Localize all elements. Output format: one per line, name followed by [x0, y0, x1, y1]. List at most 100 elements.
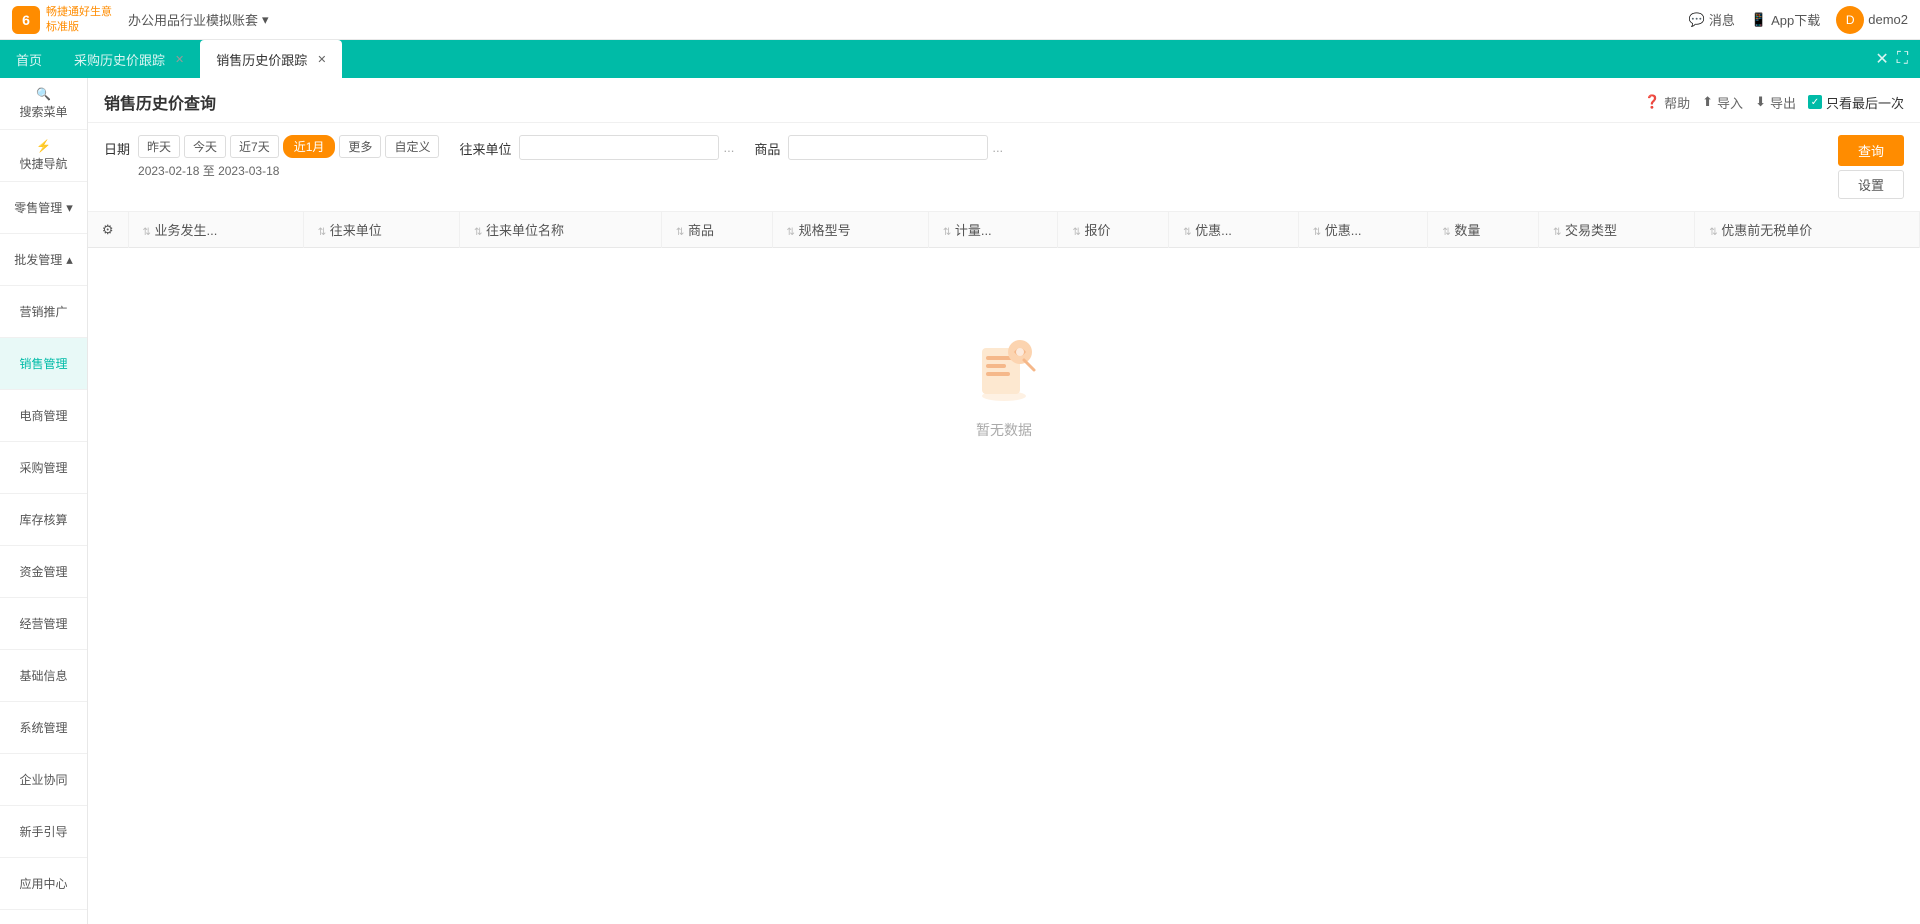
main-layout: 🔍 搜索菜单 ⚡ 快捷导航 零售管理 ▾ 批发管理 ▴ 营销推广 销售管理 电商…	[0, 78, 1920, 924]
export-icon: ⬇	[1755, 94, 1766, 110]
page-content: 销售历史价查询 ❓ 帮助 ⬆ 导入 ⬇ 导出 ✓	[88, 78, 1920, 924]
lightning-icon: ⚡	[36, 139, 51, 153]
th-customer-code[interactable]: ⇅ 往来单位	[303, 212, 459, 248]
th-gear[interactable]: ⚙	[88, 212, 128, 248]
user-profile[interactable]: D demo2	[1836, 6, 1908, 34]
th-discount2[interactable]: ⇅ 优惠...	[1298, 212, 1428, 248]
last-only-checkbox-label[interactable]: ✓ 只看最后一次	[1808, 93, 1904, 112]
date-btn-last1m[interactable]: 近1月	[283, 135, 336, 158]
sort-icon: ⇅	[1072, 227, 1080, 238]
sidebar-item-purchase-mgmt[interactable]: 采购管理	[0, 442, 87, 494]
sort-icon: ⇅	[1442, 227, 1450, 238]
sidebar-item-app-center[interactable]: 应用中心	[0, 858, 87, 910]
empty-state-icon	[964, 328, 1044, 408]
sidebar-item-wholesale-mgmt[interactable]: 批发管理 ▴	[0, 234, 87, 286]
import-icon: ⬆	[1702, 94, 1713, 110]
sort-icon: ⇅	[1183, 227, 1191, 238]
product-label: 商品	[754, 135, 780, 158]
th-price[interactable]: ⇅ 报价	[1058, 212, 1169, 248]
query-button[interactable]: 查询	[1838, 135, 1904, 166]
checkbox-ticked-icon: ✓	[1808, 95, 1822, 109]
sort-icon: ⇅	[318, 227, 326, 238]
page-title: 销售历史价查询	[104, 90, 216, 114]
sidebar-item-quick-nav[interactable]: ⚡ 快捷导航	[0, 130, 87, 182]
tab-home[interactable]: 首页	[0, 40, 58, 78]
app-logo-icon: 6	[12, 6, 40, 34]
customer-input[interactable]	[519, 135, 719, 160]
date-btn-today[interactable]: 今天	[184, 135, 226, 158]
tab-bar-right: ✕ ⛶	[1875, 49, 1920, 69]
date-btn-more[interactable]: 更多	[339, 135, 381, 158]
sidebar-item-basic-info[interactable]: 基础信息	[0, 650, 87, 702]
th-trade-type[interactable]: ⇅ 交易类型	[1538, 212, 1694, 248]
sidebar-item-finance[interactable]: 资金管理	[0, 546, 87, 598]
page-actions: ❓ 帮助 ⬆ 导入 ⬇ 导出 ✓ 只看最后一次	[1644, 93, 1904, 112]
th-customer-name[interactable]: ⇅ 往来单位名称	[460, 212, 662, 248]
date-btn-custom[interactable]: 自定义	[385, 135, 439, 158]
logo-text: 畅捷通好生意 标准版	[46, 5, 112, 34]
th-spec[interactable]: ⇅ 规格型号	[772, 212, 928, 248]
th-no-tax-price[interactable]: ⇅ 优惠前无税单价	[1695, 212, 1920, 248]
message-icon: 💬	[1689, 12, 1705, 28]
app-download-button[interactable]: 📱 App下载	[1751, 10, 1820, 29]
tab-sales-history-close[interactable]: ✕	[317, 53, 326, 66]
customer-label: 往来单位	[459, 135, 511, 158]
sidebar-item-operations[interactable]: 经营管理	[0, 598, 87, 650]
th-discount1[interactable]: ⇅ 优惠...	[1169, 212, 1299, 248]
message-button[interactable]: 💬 消息	[1689, 10, 1735, 29]
date-option-buttons: 昨天 今天 近7天 近1月 更多 自定义	[138, 135, 439, 158]
date-options-container: 昨天 今天 近7天 近1月 更多 自定义 2023-02-18 至 2023-0…	[138, 135, 439, 179]
empty-state: 暂无数据	[88, 248, 1920, 520]
product-input[interactable]	[788, 135, 988, 160]
workspace-selector[interactable]: 办公用品行业模拟账套 ▾	[120, 6, 277, 33]
page-header: 销售历史价查询 ❓ 帮助 ⬆ 导入 ⬇ 导出 ✓	[88, 78, 1920, 123]
filter-bar: 日期 昨天 今天 近7天 近1月 更多 自定义 2023-02-18 至 202…	[88, 123, 1920, 212]
date-label: 日期	[104, 135, 130, 158]
header-right: 💬 消息 📱 App下载 D demo2	[1689, 6, 1908, 34]
sidebar-item-retail-mgmt[interactable]: 零售管理 ▾	[0, 182, 87, 234]
sort-icon: ⇅	[143, 227, 151, 238]
product-select-icon[interactable]: ...	[992, 140, 1003, 155]
customer-select-icon[interactable]: ...	[723, 140, 734, 155]
chevron-down-icon: ▾	[262, 12, 269, 28]
help-button[interactable]: ❓ 帮助	[1644, 93, 1690, 112]
settings-button[interactable]: 设置	[1838, 170, 1904, 199]
sort-icon: ⇅	[1553, 227, 1561, 238]
header-left: 6 畅捷通好生意 标准版 办公用品行业模拟账套 ▾	[12, 5, 277, 34]
th-product[interactable]: ⇅ 商品	[661, 212, 772, 248]
sidebar-item-inventory[interactable]: 库存核算	[0, 494, 87, 546]
th-biz-date[interactable]: ⇅ 业务发生...	[128, 212, 303, 248]
sort-icon: ⇅	[943, 227, 951, 238]
date-btn-yesterday[interactable]: 昨天	[138, 135, 180, 158]
table-header-row: ⚙ ⇅ 业务发生... ⇅ 往来单位 ⇅	[88, 212, 1920, 248]
tab-sales-history[interactable]: 销售历史价跟踪 ✕	[200, 40, 342, 78]
import-button[interactable]: ⬆ 导入	[1702, 93, 1743, 112]
phone-icon: 📱	[1751, 12, 1767, 28]
top-header: 6 畅捷通好生意 标准版 办公用品行业模拟账套 ▾ 💬 消息 📱 App下载 D…	[0, 0, 1920, 40]
sidebar-item-wechat[interactable]: 企业微信	[0, 910, 87, 924]
sidebar-item-guide[interactable]: 新手引导	[0, 806, 87, 858]
sidebar-item-enterprise[interactable]: 企业协同	[0, 754, 87, 806]
th-unit[interactable]: ⇅ 计量...	[928, 212, 1058, 248]
date-filter-group: 日期 昨天 今天 近7天 近1月 更多 自定义 2023-02-18 至 202…	[104, 135, 439, 179]
empty-text: 暂无数据	[976, 420, 1032, 440]
sidebar-item-system[interactable]: 系统管理	[0, 702, 87, 754]
sort-icon: ⇅	[474, 227, 482, 238]
date-btn-last7[interactable]: 近7天	[230, 135, 279, 158]
th-qty[interactable]: ⇅ 数量	[1428, 212, 1539, 248]
maximize-window-button[interactable]: ⛶	[1897, 50, 1908, 68]
sidebar-item-marketing[interactable]: 营销推广	[0, 286, 87, 338]
sort-icon: ⇅	[1709, 227, 1717, 238]
tab-purchase-history-close[interactable]: ✕	[175, 53, 184, 66]
export-button[interactable]: ⬇ 导出	[1755, 93, 1796, 112]
sidebar-item-search-menu[interactable]: 🔍 搜索菜单	[0, 78, 87, 130]
close-window-button[interactable]: ✕	[1875, 49, 1888, 69]
table-container: ⚙ ⇅ 业务发生... ⇅ 往来单位 ⇅	[88, 212, 1920, 924]
sidebar-item-sales-mgmt[interactable]: 销售管理	[0, 338, 87, 390]
sidebar: 🔍 搜索菜单 ⚡ 快捷导航 零售管理 ▾ 批发管理 ▴ 营销推广 销售管理 电商…	[0, 78, 88, 924]
tab-purchase-history[interactable]: 采购历史价跟踪 ✕	[58, 40, 200, 78]
gear-icon: ⚙	[102, 222, 114, 237]
data-table: ⚙ ⇅ 业务发生... ⇅ 往来单位 ⇅	[88, 212, 1920, 248]
logo-area: 6 畅捷通好生意 标准版	[12, 5, 112, 34]
sidebar-item-ecommerce[interactable]: 电商管理	[0, 390, 87, 442]
